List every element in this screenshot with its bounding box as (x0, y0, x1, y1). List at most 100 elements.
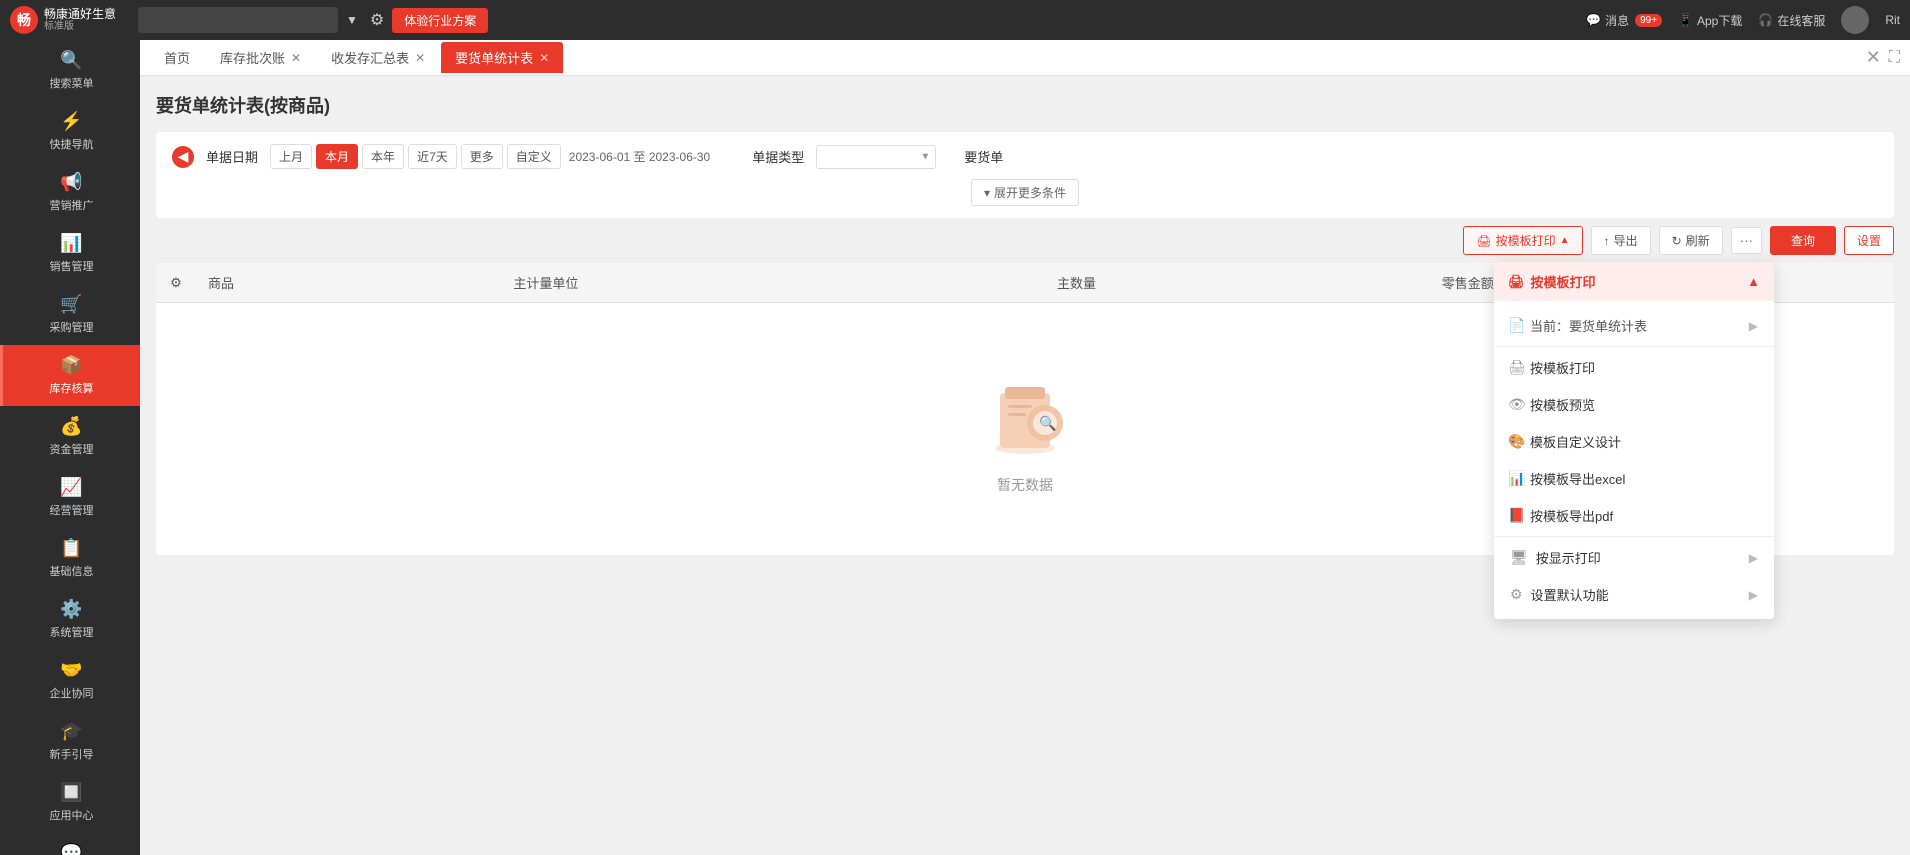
date-filter-buttons: 上月 本月 本年 近7天 更多 自定义 2023-06-01 至 2023-06… (270, 144, 710, 169)
sidebar-item-7[interactable]: 📈经营管理 (0, 467, 140, 528)
collapse-btn[interactable]: ◀ (172, 146, 194, 168)
query-button[interactable]: 查询 (1770, 226, 1836, 255)
close-button[interactable]: ✕ (1866, 47, 1881, 68)
filter-last-month[interactable]: 上月 (270, 144, 312, 169)
sidebar-label-4: 采购管理 (50, 319, 94, 335)
filter-this-month[interactable]: 本月 (316, 144, 358, 169)
trial-button[interactable]: 体验行业方案 (392, 8, 488, 33)
eye-icon: 👁 (1508, 396, 1526, 413)
messages-item[interactable]: 💬 消息 99+ (1586, 12, 1662, 29)
goods-label: 要货单 (964, 147, 1003, 166)
sidebar-item-10[interactable]: 🤝企业协同 (0, 650, 140, 711)
template-preview-item[interactable]: 👁 按模板预览 (1494, 386, 1774, 423)
sidebar-label-7: 经营管理 (50, 502, 94, 518)
pdf-icon: 📕 (1508, 507, 1525, 524)
template-export-excel-item[interactable]: 📊 按模板导出excel (1494, 460, 1774, 497)
filter-this-year[interactable]: 本年 (362, 144, 404, 169)
search-input[interactable] (138, 7, 338, 33)
tab-0[interactable]: 首页 (150, 42, 204, 73)
online-service-item[interactable]: 🎧 在线客服 (1758, 12, 1825, 29)
sidebar-item-11[interactable]: 🎓新手引导 (0, 711, 140, 772)
sidebar-item-5[interactable]: 📦库存核算 (0, 345, 140, 406)
template-export-pdf-item[interactable]: 📕 按模板导出pdf (1494, 497, 1774, 534)
tab-close-1[interactable]: ✕ (291, 51, 301, 65)
print-dropdown-header: 🖨 按模板打印 ▲ (1494, 262, 1774, 301)
toolbar: 🖨 按模板打印 ▲ ↑ 导出 ↻ 刷新 ··· 查询 设置 (156, 226, 1894, 255)
refresh-button[interactable]: ↻ 刷新 (1659, 226, 1723, 255)
tab-label-3: 要货单统计表 (455, 48, 533, 67)
sidebar-label-9: 系统管理 (50, 624, 94, 640)
divider-1 (1494, 346, 1774, 347)
gear-icon-2: ⚙ (1510, 586, 1523, 603)
logo-icon: 畅 (10, 6, 38, 34)
sidebar-item-1[interactable]: ⚡快捷导航 (0, 101, 140, 162)
template-design-item[interactable]: 🎨 模板自定义设计 (1494, 423, 1774, 460)
col-settings[interactable]: ⚙ (156, 263, 196, 303)
user-name: Rit (1885, 13, 1900, 27)
type-select[interactable] (816, 145, 936, 169)
expand-btn[interactable]: ▾ 展开更多条件 (971, 179, 1079, 206)
tab-close-2[interactable]: ✕ (415, 51, 425, 65)
print-dropdown-body: 📄 当前：要货单统计表 ▶ 🖨 按模板打印 👁 按模板预览 (1494, 301, 1774, 619)
empty-text: 暂无数据 (997, 475, 1053, 495)
gear-icon[interactable]: ⚙ (370, 10, 384, 30)
logo-sub: 标准版 (44, 21, 116, 33)
sidebar: 🔍搜索菜单⚡快捷导航📢营销推广📊销售管理 🛒 采购管理 📦库存核算 💰 资金管理 📈经营管理… (0, 40, 140, 855)
sidebar-item-3[interactable]: 📊销售管理 (0, 223, 140, 284)
sidebar-item-12[interactable]: 🔲 应用中心 (0, 772, 140, 833)
sidebar-label-12: 应用中心 (50, 807, 94, 823)
sidebar-item-9[interactable]: ⚙️系统管理 (0, 589, 140, 650)
sidebar-label-11: 新手引导 (50, 746, 94, 762)
expand-btn-label: 展开更多条件 (994, 184, 1066, 201)
sidebar-label-0: 搜索菜单 (50, 75, 94, 91)
svg-text:🔍: 🔍 (1039, 414, 1056, 432)
sidebar-label-3: 销售管理 (50, 258, 94, 274)
sidebar-item-8[interactable]: 📋基础信息 (0, 528, 140, 589)
sidebar-icon-12: 🔲 (60, 782, 82, 803)
settings-button[interactable]: 设置 (1844, 226, 1894, 255)
sidebar-icon-8: 📋 (60, 538, 82, 559)
sidebar-item-0[interactable]: 🔍搜索菜单 (0, 40, 140, 101)
dropdown-close-icon[interactable]: ▲ (1747, 274, 1760, 289)
display-print-section[interactable]: 🖥 按显示打印 ▶ (1494, 539, 1774, 576)
filter-more[interactable]: 更多 (461, 144, 503, 169)
avatar[interactable] (1841, 6, 1869, 34)
messages-label: 消息 (1605, 12, 1629, 29)
sidebar-item-2[interactable]: 📢营销推广 (0, 162, 140, 223)
top-bar-right: 💬 消息 99+ 📱 App下载 🎧 在线客服 Rit (1586, 6, 1900, 34)
phone-icon: 📱 (1678, 13, 1693, 27)
type-select-wrapper (816, 145, 936, 169)
sidebar-item-13[interactable]: 💬企业微信 (0, 833, 140, 855)
sidebar-icon-6: 💰 (60, 416, 82, 437)
print-button[interactable]: 🖨 按模板打印 ▲ (1463, 226, 1582, 255)
tab-3[interactable]: 要货单统计表 ✕ (441, 42, 563, 73)
expand-icon-arrow: ▾ (984, 186, 990, 200)
filter-7days[interactable]: 近7天 (408, 144, 457, 169)
filter-custom[interactable]: 自定义 (507, 144, 561, 169)
dropdown-button[interactable]: ▼ (346, 13, 358, 27)
template-print-item[interactable]: 🖨 按模板打印 (1494, 349, 1774, 386)
expand-icon[interactable]: ⛶ (1889, 49, 1900, 67)
col-quantity: 主数量 (1045, 263, 1430, 303)
sidebar-item-6[interactable]: 💰 资金管理 (0, 406, 140, 467)
tab-1[interactable]: 库存批次账✕ (206, 42, 315, 73)
sidebar-item-4[interactable]: 🛒 采购管理 (0, 284, 140, 345)
sidebar-icon-4: 🛒 (60, 294, 82, 315)
col-product: 商品 (196, 263, 501, 303)
tab-2[interactable]: 收发存汇总表✕ (317, 42, 439, 73)
chevron-right-icon-2: ▶ (1749, 551, 1758, 565)
sidebar-label-6: 资金管理 (50, 441, 94, 457)
sidebar-icon-2: 📢 (60, 172, 82, 193)
tab-close-3[interactable]: ✕ (539, 51, 549, 65)
more-button[interactable]: ··· (1731, 227, 1762, 254)
screen-icon: 🖥 (1510, 549, 1528, 566)
print-label: 按模板打印 (1496, 232, 1556, 249)
divider-2 (1494, 536, 1774, 537)
current-template-item[interactable]: 📄 当前：要货单统计表 ▶ (1494, 307, 1774, 344)
page-title: 要货单统计表(按商品) (156, 92, 1894, 118)
export-button[interactable]: ↑ 导出 (1591, 226, 1651, 255)
online-service-label: 在线客服 (1777, 12, 1825, 29)
sidebar-icon-1: ⚡ (60, 111, 82, 132)
default-settings-section[interactable]: ⚙ 设置默认功能 ▶ (1494, 576, 1774, 613)
app-download-item[interactable]: 📱 App下载 (1678, 12, 1742, 29)
